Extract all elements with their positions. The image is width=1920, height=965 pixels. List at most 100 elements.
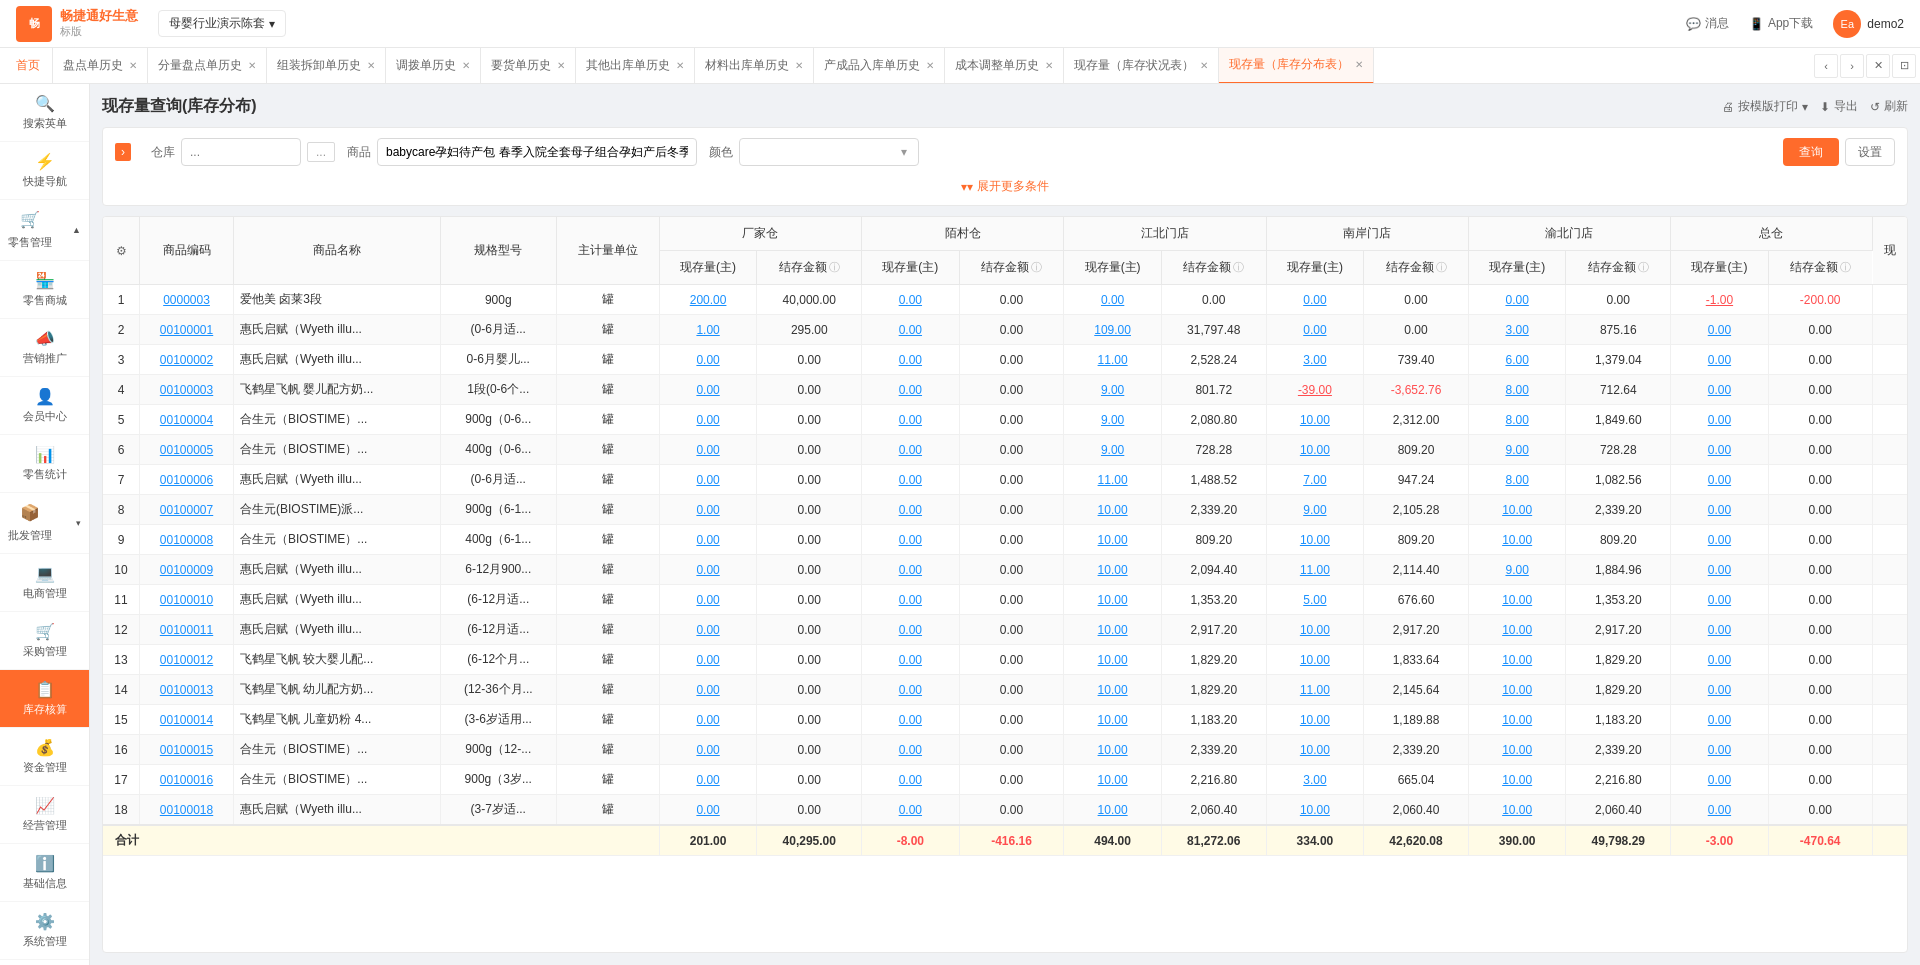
tab-other-out[interactable]: 其他出库单历史 ✕ [576, 48, 695, 84]
td-mocun-qty[interactable]: 0.00 [862, 765, 960, 795]
sidebar-item-retail-stats[interactable]: 📊 零售统计 [0, 435, 89, 493]
td-total-qty[interactable]: 0.00 [1671, 795, 1769, 826]
td-total-qty[interactable]: 0.00 [1671, 525, 1769, 555]
td-mocun-qty[interactable]: 0.00 [862, 405, 960, 435]
tab-nav-expand[interactable]: ⊡ [1892, 54, 1916, 78]
td-factory-qty[interactable]: 0.00 [659, 765, 757, 795]
td-total-qty[interactable]: 0.00 [1671, 465, 1769, 495]
td-jiangbei-qty[interactable]: 9.00 [1064, 375, 1162, 405]
td-yubei-qty[interactable]: 3.00 [1468, 315, 1566, 345]
td-nanan-qty[interactable]: -39.00 [1266, 375, 1364, 405]
mocun-amt-info-icon[interactable]: ⓘ [1031, 261, 1042, 273]
tab-nav-next[interactable]: › [1840, 54, 1864, 78]
td-yubei-qty[interactable]: 10.00 [1468, 735, 1566, 765]
filter-expand-btn[interactable]: ▾▾ 展开更多条件 [961, 172, 1049, 195]
tab-close-disc[interactable]: ✕ [129, 60, 137, 71]
td-yubei-qty[interactable]: 9.00 [1468, 555, 1566, 585]
table-wrapper[interactable]: ⚙ 商品编码 商品名称 规格型号 主计量单位 厂家仓 陌村仓 江北门店 南岸门店… [103, 217, 1907, 952]
td-total-qty[interactable]: 0.00 [1671, 435, 1769, 465]
settings-btn[interactable]: 设置 [1845, 138, 1895, 166]
td-total-qty[interactable]: 0.00 [1671, 375, 1769, 405]
td-factory-qty[interactable]: 0.00 [659, 705, 757, 735]
td-yubei-qty[interactable]: 10.00 [1468, 765, 1566, 795]
nanan-amt-info-icon[interactable]: ⓘ [1436, 261, 1447, 273]
sidebar-item-corp-collab[interactable]: 🤝 企业协同 [0, 960, 89, 965]
td-yubei-qty[interactable]: 8.00 [1468, 375, 1566, 405]
td-yubei-qty[interactable]: 10.00 [1468, 495, 1566, 525]
td-mocun-qty[interactable]: 0.00 [862, 375, 960, 405]
td-nanan-qty[interactable]: 9.00 [1266, 495, 1364, 525]
td-total-qty[interactable]: 0.00 [1671, 495, 1769, 525]
td-jiangbei-qty[interactable]: 10.00 [1064, 705, 1162, 735]
td-nanan-qty[interactable]: 10.00 [1266, 405, 1364, 435]
td-mocun-qty[interactable]: 0.00 [862, 345, 960, 375]
td-total-qty[interactable]: 0.00 [1671, 615, 1769, 645]
td-yubei-qty[interactable]: 0.00 [1468, 285, 1566, 315]
td-nanan-qty[interactable]: 10.00 [1266, 615, 1364, 645]
td-mocun-qty[interactable]: 0.00 [862, 525, 960, 555]
td-nanan-qty[interactable]: 3.00 [1266, 765, 1364, 795]
message-btn[interactable]: 💬 消息 [1686, 15, 1729, 32]
tab-product-in[interactable]: 产成品入库单历史 ✕ [814, 48, 945, 84]
td-factory-qty[interactable]: 0.00 [659, 615, 757, 645]
td-yubei-qty[interactable]: 9.00 [1468, 435, 1566, 465]
td-yubei-qty[interactable]: 10.00 [1468, 675, 1566, 705]
td-mocun-qty[interactable]: 0.00 [862, 555, 960, 585]
td-code[interactable]: 00100009 [140, 555, 234, 585]
tab-disc-history2[interactable]: 分量盘点单历史 ✕ [148, 48, 267, 84]
tab-stock-status[interactable]: 现存量（库存状况表） ✕ [1064, 48, 1219, 84]
td-code[interactable]: 00100016 [140, 765, 234, 795]
td-mocun-qty[interactable]: 0.00 [862, 585, 960, 615]
td-factory-qty[interactable]: 200.00 [659, 285, 757, 315]
sidebar-item-ecom[interactable]: 💻 电商管理 [0, 554, 89, 612]
product-input[interactable] [377, 138, 697, 166]
tab-close-request[interactable]: ✕ [557, 60, 565, 71]
warehouse-ellipsis-btn[interactable]: ... [307, 142, 335, 162]
td-total-qty[interactable]: 0.00 [1671, 405, 1769, 435]
td-factory-qty[interactable]: 0.00 [659, 555, 757, 585]
td-jiangbei-qty[interactable]: 10.00 [1064, 525, 1162, 555]
td-factory-qty[interactable]: 0.00 [659, 375, 757, 405]
td-jiangbei-qty[interactable]: 10.00 [1064, 675, 1162, 705]
td-factory-qty[interactable]: 0.00 [659, 735, 757, 765]
td-yubei-qty[interactable]: 6.00 [1468, 345, 1566, 375]
tab-transfer[interactable]: 调拨单历史 ✕ [386, 48, 481, 84]
td-code[interactable]: 00100001 [140, 315, 234, 345]
td-total-qty[interactable]: 0.00 [1671, 345, 1769, 375]
td-factory-qty[interactable]: 0.00 [659, 645, 757, 675]
print-btn[interactable]: 🖨 按模版打印 ▾ [1722, 98, 1808, 115]
dropdown-org[interactable]: 母婴行业演示陈套 ▾ [158, 10, 286, 37]
td-jiangbei-qty[interactable]: 9.00 [1064, 405, 1162, 435]
td-nanan-qty[interactable]: 10.00 [1266, 705, 1364, 735]
td-jiangbei-qty[interactable]: 10.00 [1064, 735, 1162, 765]
td-jiangbei-qty[interactable]: 10.00 [1064, 555, 1162, 585]
td-mocun-qty[interactable]: 0.00 [862, 435, 960, 465]
yubei-amt-info-icon[interactable]: ⓘ [1638, 261, 1649, 273]
td-nanan-qty[interactable]: 10.00 [1266, 525, 1364, 555]
td-jiangbei-qty[interactable]: 10.00 [1064, 585, 1162, 615]
td-yubei-qty[interactable]: 10.00 [1468, 705, 1566, 735]
td-factory-qty[interactable]: 0.00 [659, 675, 757, 705]
tab-close-transfer[interactable]: ✕ [462, 60, 470, 71]
tab-close-product[interactable]: ✕ [926, 60, 934, 71]
total-amt-info-icon[interactable]: ⓘ [1840, 261, 1851, 273]
td-code[interactable]: 00100005 [140, 435, 234, 465]
sidebar-item-marketing[interactable]: 📣 营销推广 [0, 319, 89, 377]
td-jiangbei-qty[interactable]: 9.00 [1064, 435, 1162, 465]
td-nanan-qty[interactable]: 11.00 [1266, 555, 1364, 585]
td-yubei-qty[interactable]: 8.00 [1468, 405, 1566, 435]
td-factory-qty[interactable]: 0.00 [659, 495, 757, 525]
sidebar-item-quick-nav[interactable]: ⚡ 快捷导航 [0, 142, 89, 200]
td-code[interactable]: 00100012 [140, 645, 234, 675]
td-jiangbei-qty[interactable]: 10.00 [1064, 645, 1162, 675]
td-code[interactable]: 00100002 [140, 345, 234, 375]
td-factory-qty[interactable]: 0.00 [659, 795, 757, 826]
td-factory-qty[interactable]: 0.00 [659, 525, 757, 555]
sidebar-item-basic-info[interactable]: ℹ️ 基础信息 [0, 844, 89, 902]
app-download-btn[interactable]: 📱 App下载 [1749, 15, 1813, 32]
td-total-qty[interactable]: 0.00 [1671, 705, 1769, 735]
td-jiangbei-qty[interactable]: 10.00 [1064, 795, 1162, 826]
th-settings[interactable]: ⚙ [103, 217, 140, 285]
td-yubei-qty[interactable]: 8.00 [1468, 465, 1566, 495]
td-total-qty[interactable]: 0.00 [1671, 645, 1769, 675]
